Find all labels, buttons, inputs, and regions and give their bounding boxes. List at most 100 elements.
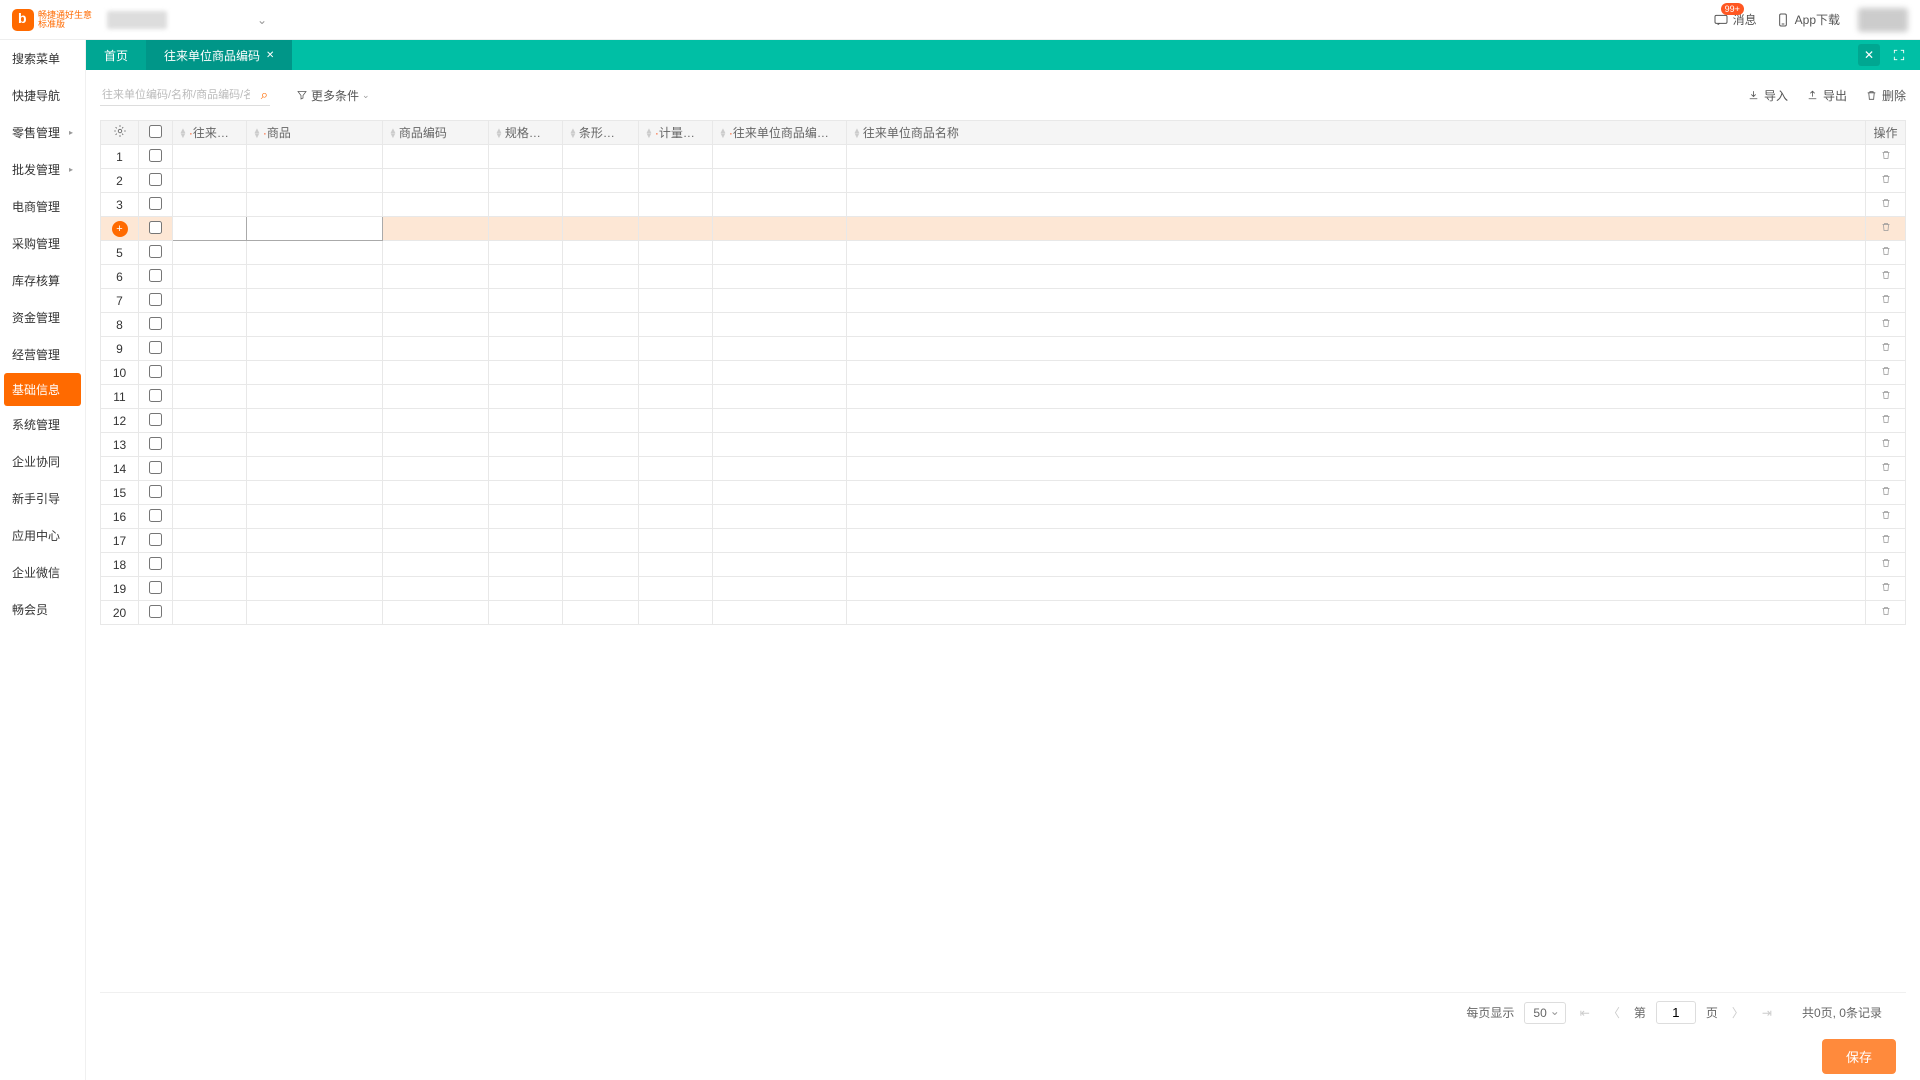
row-delete-button[interactable]	[1880, 198, 1892, 212]
cell-code[interactable]	[383, 457, 489, 481]
cell-code[interactable]	[383, 577, 489, 601]
cell-pname[interactable]	[847, 457, 1866, 481]
cell-pname[interactable]	[847, 481, 1866, 505]
cell-pcode[interactable]	[713, 289, 847, 313]
cell-pname[interactable]	[847, 433, 1866, 457]
cell-pcode[interactable]	[713, 457, 847, 481]
cell-barcode[interactable]	[563, 289, 639, 313]
cell-unit[interactable]	[639, 481, 713, 505]
cell-pname[interactable]	[847, 361, 1866, 385]
cell-product[interactable]	[247, 361, 383, 385]
col-barcode[interactable]: ▲▼条形…	[563, 121, 639, 145]
row-delete-button[interactable]	[1880, 414, 1892, 428]
search-input[interactable]	[100, 85, 270, 106]
cell-unit[interactable]	[639, 313, 713, 337]
cell-pcode[interactable]	[713, 577, 847, 601]
row-checkbox[interactable]	[149, 605, 162, 618]
row-delete-button[interactable]	[1880, 150, 1892, 164]
row-delete-button[interactable]	[1880, 558, 1892, 572]
cell-unit[interactable]	[639, 337, 713, 361]
col-unit[interactable]: ▲▼·计量…	[639, 121, 713, 145]
cell-pname[interactable]	[847, 505, 1866, 529]
cell-partner[interactable]	[173, 505, 247, 529]
cell-partner[interactable]	[173, 481, 247, 505]
table-row[interactable]: 8	[101, 313, 1906, 337]
table-row[interactable]: 7	[101, 289, 1906, 313]
table-row[interactable]: 2	[101, 169, 1906, 193]
add-row-icon[interactable]	[112, 221, 128, 237]
row-checkbox[interactable]	[149, 413, 162, 426]
cell-product[interactable]	[247, 601, 383, 625]
cell-pname[interactable]	[847, 337, 1866, 361]
sidebar-item[interactable]: 库存核算	[0, 262, 85, 299]
tab-home[interactable]: 首页	[86, 40, 146, 70]
table-row[interactable]	[101, 217, 1906, 241]
row-delete-button[interactable]	[1880, 294, 1892, 308]
cell-pcode[interactable]	[713, 433, 847, 457]
cell-barcode[interactable]	[563, 529, 639, 553]
cell-partner[interactable]	[173, 289, 247, 313]
table-row[interactable]: 16	[101, 505, 1906, 529]
prev-page-button[interactable]: 〈	[1604, 1002, 1624, 1023]
cell-code[interactable]	[383, 433, 489, 457]
cell-unit[interactable]	[639, 457, 713, 481]
sidebar-item[interactable]: 资金管理	[0, 299, 85, 336]
table-row[interactable]: 17	[101, 529, 1906, 553]
cell-unit[interactable]	[639, 433, 713, 457]
table-row[interactable]: 15	[101, 481, 1906, 505]
cell-code[interactable]	[383, 241, 489, 265]
cell-code[interactable]	[383, 337, 489, 361]
page-input[interactable]	[1656, 1001, 1696, 1024]
table-row[interactable]: 10	[101, 361, 1906, 385]
cell-spec[interactable]	[489, 457, 563, 481]
table-row[interactable]: 13	[101, 433, 1906, 457]
cell-partner[interactable]	[173, 457, 247, 481]
row-delete-button[interactable]	[1880, 318, 1892, 332]
cell-barcode[interactable]	[563, 241, 639, 265]
cell-pcode[interactable]	[713, 145, 847, 169]
more-filters-button[interactable]: 更多条件 ⌄	[296, 87, 370, 104]
sidebar-item[interactable]: 基础信息	[4, 373, 81, 406]
cell-pname[interactable]	[847, 313, 1866, 337]
cell-pcode[interactable]	[713, 337, 847, 361]
cell-partner[interactable]	[173, 601, 247, 625]
row-delete-button[interactable]	[1880, 390, 1892, 404]
cell-product[interactable]	[247, 289, 383, 313]
row-delete-button[interactable]	[1880, 366, 1892, 380]
cell-code[interactable]	[383, 313, 489, 337]
cell-spec[interactable]	[489, 241, 563, 265]
cell-pname[interactable]	[847, 217, 1866, 241]
export-button[interactable]: 导出	[1806, 87, 1847, 104]
cell-product[interactable]	[247, 337, 383, 361]
cell-spec[interactable]	[489, 385, 563, 409]
cell-pcode[interactable]	[713, 313, 847, 337]
table-row[interactable]: 14	[101, 457, 1906, 481]
cell-unit[interactable]	[639, 385, 713, 409]
cell-spec[interactable]	[489, 433, 563, 457]
cell-unit[interactable]	[639, 193, 713, 217]
sidebar-item[interactable]: 快捷导航	[0, 77, 85, 114]
row-checkbox[interactable]	[149, 341, 162, 354]
cell-barcode[interactable]	[563, 553, 639, 577]
cell-barcode[interactable]	[563, 145, 639, 169]
app-download-button[interactable]: App下载	[1775, 11, 1840, 28]
cell-barcode[interactable]	[563, 457, 639, 481]
cell-spec[interactable]	[489, 529, 563, 553]
first-page-button[interactable]: ⇤	[1576, 1004, 1594, 1022]
cell-product[interactable]	[247, 241, 383, 265]
row-delete-button[interactable]	[1880, 606, 1892, 620]
cell-pname[interactable]	[847, 289, 1866, 313]
row-delete-button[interactable]	[1880, 222, 1892, 236]
sidebar-item[interactable]: 电商管理	[0, 188, 85, 225]
sidebar-item[interactable]: 应用中心	[0, 517, 85, 554]
cell-partner[interactable]	[173, 217, 247, 241]
cell-pname[interactable]	[847, 553, 1866, 577]
tab-partner-product-code[interactable]: 往来单位商品编码 ✕	[146, 40, 292, 70]
cell-spec[interactable]	[489, 289, 563, 313]
sidebar-item[interactable]: 经营管理	[0, 336, 85, 373]
cell-pcode[interactable]	[713, 217, 847, 241]
cell-partner[interactable]	[173, 145, 247, 169]
row-delete-button[interactable]	[1880, 534, 1892, 548]
sidebar-item[interactable]: 系统管理	[0, 406, 85, 443]
cell-pcode[interactable]	[713, 265, 847, 289]
